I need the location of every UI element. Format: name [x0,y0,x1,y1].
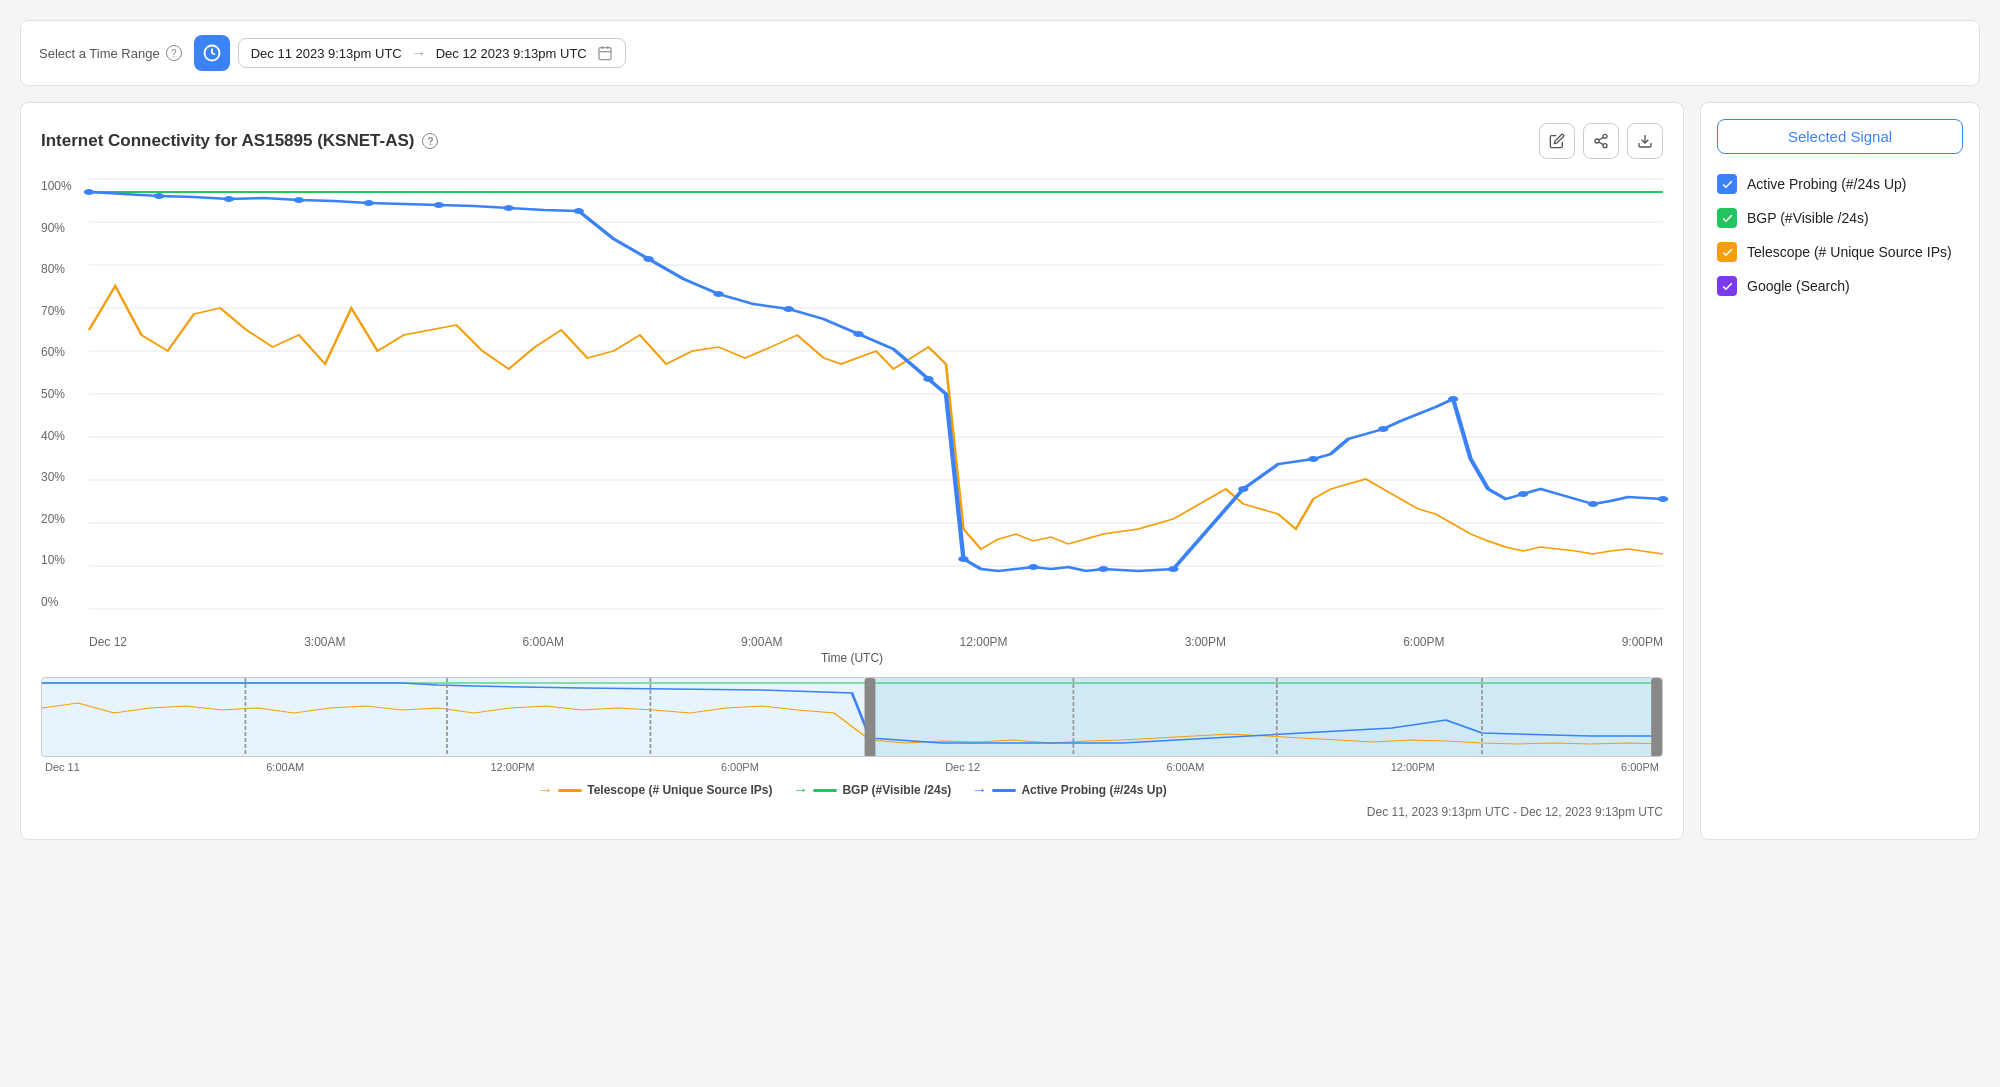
signal-item-google[interactable]: Google (Search) [1717,276,1963,296]
svg-line-8 [1599,142,1604,145]
share-icon [1593,133,1609,149]
svg-point-35 [958,556,968,562]
signal-item-bgp[interactable]: BGP (#Visible /24s) [1717,208,1963,228]
date-range-label: Dec 11, 2023 9:13pm UTC - Dec 12, 2023 9… [41,805,1663,819]
svg-point-41 [1378,426,1388,432]
svg-point-28 [503,205,513,211]
mini-chart-labels: Dec 11 6:00AM 12:00PM 6:00PM Dec 12 6:00… [41,761,1663,773]
svg-point-22 [84,189,94,195]
signal-item-telescope[interactable]: Telescope (# Unique Source IPs) [1717,242,1963,262]
svg-point-37 [1098,566,1108,572]
signal-checkbox-google [1717,276,1737,296]
calendar-icon[interactable] [597,45,613,61]
svg-point-25 [294,197,304,203]
edit-icon [1549,133,1565,149]
time-range-arrow: → [412,45,426,61]
edit-button[interactable] [1539,123,1575,159]
signal-label-telescope: Telescope (# Unique Source IPs) [1747,244,1952,260]
time-range-label: Select a Time Range [39,46,160,61]
svg-point-36 [1028,564,1038,570]
svg-point-23 [154,193,164,199]
x-axis-title: Time (UTC) [41,651,1663,665]
svg-point-30 [643,256,653,262]
svg-rect-46 [870,678,1662,757]
signal-checkbox-bgp [1717,208,1737,228]
svg-point-43 [1518,491,1528,497]
svg-rect-54 [865,678,876,757]
chart-plot-area [89,179,1663,609]
svg-point-34 [923,376,933,382]
svg-point-45 [1658,496,1668,502]
svg-point-39 [1238,486,1248,492]
selected-signal-button[interactable]: Selected Signal [1717,119,1963,154]
legend-telescope: → Telescope (# Unique Source IPs) [537,781,772,799]
share-button[interactable] [1583,123,1619,159]
chart-help-icon[interactable]: ? [422,133,438,149]
svg-point-7 [1603,144,1607,148]
svg-point-31 [713,291,723,297]
y-axis: 0% 10% 20% 30% 40% 50% 60% 70% 80% 90% 1… [41,179,85,609]
check-icon-telescope [1721,246,1734,259]
svg-point-44 [1588,501,1598,507]
time-range-end: Dec 12 2023 9:13pm UTC [436,46,587,61]
signal-label-bgp: BGP (#Visible /24s) [1747,210,1869,226]
svg-point-40 [1308,456,1318,462]
download-button[interactable] [1627,123,1663,159]
svg-point-6 [1595,139,1599,143]
check-icon-google [1721,280,1734,293]
svg-rect-1 [599,48,611,60]
time-range-calendar-button[interactable] [194,35,230,71]
svg-point-27 [434,202,444,208]
mini-chart[interactable] [41,677,1663,757]
svg-point-24 [224,196,234,202]
legend-bgp: → BGP (#Visible /24s) [792,781,951,799]
svg-point-5 [1603,134,1607,138]
svg-point-33 [853,331,863,337]
signal-label-google: Google (Search) [1747,278,1850,294]
time-range-start: Dec 11 2023 9:13pm UTC [251,46,402,61]
signal-list: Active Probing (#/24s Up) BGP (#Visible … [1717,174,1963,296]
x-axis: Dec 12 3:00AM 6:00AM 9:00AM 12:00PM 3:00… [89,629,1663,649]
download-icon [1637,133,1653,149]
svg-line-9 [1599,137,1604,140]
signal-label-active-probing: Active Probing (#/24s Up) [1747,176,1907,192]
signal-checkbox-active-probing [1717,174,1737,194]
time-range-help-icon[interactable]: ? [166,45,182,61]
svg-point-26 [364,200,374,206]
check-icon-bgp [1721,212,1734,225]
svg-point-29 [573,208,583,214]
svg-point-32 [783,306,793,312]
signal-panel: Selected Signal Active Probing (#/24s Up… [1700,102,1980,840]
legend-active-probing: → Active Probing (#/24s Up) [971,781,1166,799]
chart-title: Internet Connectivity for AS15895 (KSNET… [41,131,414,151]
check-icon [1721,178,1734,191]
signal-checkbox-telescope [1717,242,1737,262]
chart-legend: → Telescope (# Unique Source IPs) → BGP … [41,781,1663,799]
signal-item-active-probing[interactable]: Active Probing (#/24s Up) [1717,174,1963,194]
svg-point-38 [1168,566,1178,572]
svg-rect-55 [1651,678,1662,757]
svg-point-42 [1448,396,1458,402]
clock-icon [203,44,221,62]
